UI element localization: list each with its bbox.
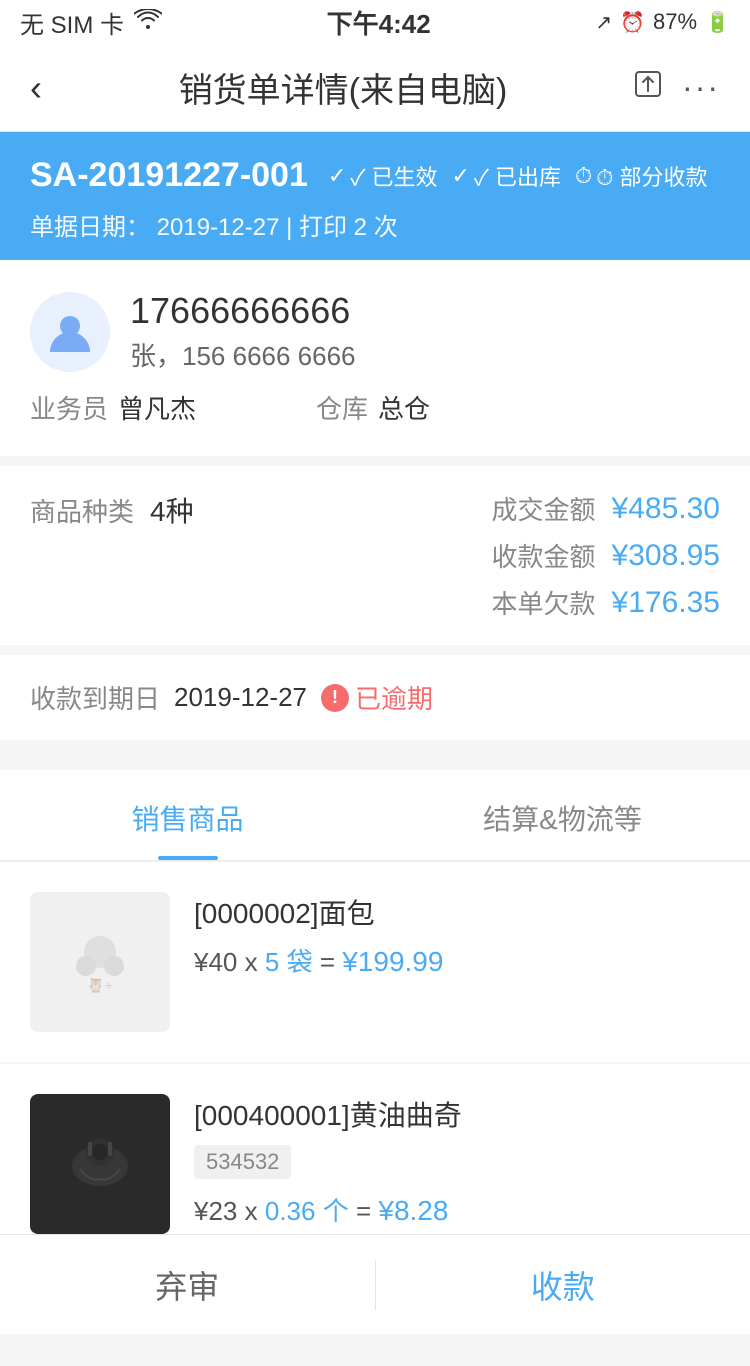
status-badges: ✓ ✓ 已生效 ✓ ✓ 已出库 ⏱ ⏱ 部分收款: [328, 160, 708, 192]
product-thumbnail-2: [30, 1094, 170, 1234]
status-right: ↗ ⏰ 87% 🔋: [595, 9, 730, 35]
warehouse-label: 仓库: [316, 389, 368, 426]
status-badge-partial: ⏱ ⏱ 部分收款: [575, 160, 707, 192]
order-id: SA-20191227-001: [30, 156, 308, 195]
amounts-section: 商品种类 4种 成交金额 ¥485.30 收款金额 ¥308.95 本单欠款 ¥…: [0, 466, 750, 645]
price-equals-1: =: [320, 947, 342, 977]
cancel-review-button[interactable]: 弃审: [0, 1242, 375, 1328]
clock-icon: ⏱: [575, 163, 592, 189]
status-bar: 无 SIM 卡 下午4:42 ↗ ⏰ 87% 🔋: [0, 0, 750, 44]
battery-icon: 🔋: [705, 10, 730, 35]
status-badge-effective: ✓ ✓ 已生效: [328, 160, 438, 192]
salesperson-item: 业务员 曾凡杰: [30, 389, 196, 426]
due-date-value: 2019-12-27: [174, 682, 307, 713]
received-label: 收款金额: [492, 537, 596, 574]
types-label: 商品种类: [30, 492, 134, 529]
owed-amount: 本单欠款 ¥176.35: [492, 584, 720, 621]
nav-actions: ···: [634, 69, 720, 106]
tab-label-settlement: 结算&物流等: [483, 804, 642, 835]
customer-details: 17666666666 张，156 6666 6666: [130, 290, 356, 373]
status-badge-shipped: ✓ ✓ 已出库: [451, 160, 561, 192]
carrier-text: 无 SIM 卡: [20, 5, 124, 40]
transaction-label: 成交金额: [492, 490, 596, 527]
battery-text: 87%: [653, 9, 697, 35]
wifi-icon: [134, 8, 162, 36]
share-button[interactable]: [634, 70, 662, 106]
transaction-amount: 成交金额 ¥485.30: [492, 490, 720, 527]
product-sku-2: 534532: [194, 1145, 291, 1179]
check-icon-2: ✓: [451, 163, 469, 189]
product-name-1: [0000002]面包: [194, 892, 720, 932]
customer-account: 17666666666: [130, 290, 356, 332]
page-title: 销货单详情(来自电脑): [52, 63, 634, 112]
price-unit-label-1: 袋: [287, 947, 313, 977]
back-button[interactable]: ‹: [30, 57, 52, 119]
tab-sales-products[interactable]: 销售商品: [0, 770, 375, 860]
product-thumbnail-1: 🦉+: [30, 892, 170, 1032]
customer-section: 17666666666 张，156 6666 6666 业务员 曾凡杰 仓库 总…: [0, 260, 750, 456]
amounts-right: 成交金额 ¥485.30 收款金额 ¥308.95 本单欠款 ¥176.35: [492, 490, 720, 621]
customer-avatar: [30, 292, 110, 372]
collect-payment-button[interactable]: 收款: [376, 1242, 750, 1328]
bottom-action-bar: 弃审 收款: [0, 1234, 750, 1334]
customer-row: 17666666666 张，156 6666 6666: [30, 290, 720, 373]
section-separator: [0, 750, 750, 770]
status-left: 无 SIM 卡: [20, 5, 162, 40]
nav-bar: ‹ 销货单详情(来自电脑) ···: [0, 44, 750, 132]
received-amount: 收款金额 ¥308.95: [492, 537, 720, 574]
order-header-banner: SA-20191227-001 ✓ ✓ 已生效 ✓ ✓ 已出库 ⏱ ⏱ 部分收款…: [0, 132, 750, 260]
product-info-2: [000400001]黄油曲奇 534532 ¥23 x 0.36 个 = ¥8…: [194, 1094, 720, 1228]
list-item: 🦉+ [0000002]面包 ¥40 x 5 袋 = ¥199.99: [0, 862, 750, 1062]
date-label: 单据日期：: [30, 214, 150, 241]
price-multiply-1: x: [245, 947, 265, 977]
due-date-section: 收款到期日 2019-12-27 ! 已逾期: [0, 655, 750, 740]
more-button[interactable]: ···: [682, 69, 720, 106]
price-unit-2: ¥23: [194, 1196, 237, 1226]
price-qty-1: 5: [265, 947, 279, 977]
price-unit-label-2: 个: [323, 1196, 349, 1226]
check-icon-1: ✓: [328, 163, 346, 189]
price-multiply-2: x: [245, 1196, 265, 1226]
transaction-value: ¥485.30: [612, 492, 720, 526]
product-types: 商品种类 4种: [30, 490, 194, 530]
salesperson-label: 业务员: [30, 389, 108, 426]
banner-row1: SA-20191227-001 ✓ ✓ 已生效 ✓ ✓ 已出库 ⏱ ⏱ 部分收款: [30, 156, 720, 195]
print-info: | 打印 2 次: [286, 214, 398, 241]
price-total-2: ¥8.28: [378, 1195, 448, 1226]
price-total-1: ¥199.99: [342, 946, 443, 977]
product-price-1: ¥40 x 5 袋 = ¥199.99: [194, 942, 720, 979]
due-label: 收款到期日: [30, 679, 160, 716]
location-icon: ↗: [595, 10, 612, 35]
product-price-2: ¥23 x 0.36 个 = ¥8.28: [194, 1191, 720, 1228]
salesperson-value: 曾凡杰: [118, 389, 196, 426]
price-unit-1: ¥40: [194, 947, 237, 977]
owed-label: 本单欠款: [492, 584, 596, 621]
tab-label-sales: 销售商品: [131, 804, 243, 835]
order-date-row: 单据日期： 2019-12-27 | 打印 2 次: [30, 207, 720, 242]
overdue-badge: ! 已逾期: [321, 679, 433, 716]
received-value: ¥308.95: [612, 539, 720, 573]
product-info-1: [0000002]面包 ¥40 x 5 袋 = ¥199.99: [194, 892, 720, 979]
product-name-2: [000400001]黄油曲奇: [194, 1094, 720, 1134]
product-tabs: 销售商品 结算&物流等: [0, 770, 750, 862]
products-list: 🦉+ [0000002]面包 ¥40 x 5 袋 = ¥199.99: [0, 862, 750, 1264]
owed-value: ¥176.35: [612, 586, 720, 620]
overdue-text: 已逾期: [355, 679, 433, 716]
tab-settlement[interactable]: 结算&物流等: [375, 770, 750, 860]
price-equals-2: =: [356, 1196, 378, 1226]
types-value: 4种: [150, 490, 194, 530]
warehouse-item: 仓库 总仓: [316, 389, 430, 426]
customer-contact: 张，156 6666 6666: [130, 336, 356, 373]
overdue-icon: !: [321, 684, 349, 712]
alarm-icon: ⏰: [620, 10, 645, 35]
status-time: 下午4:42: [327, 4, 431, 41]
price-qty-2: 0.36: [265, 1196, 316, 1226]
svg-text:🦉+: 🦉+: [87, 977, 113, 994]
warehouse-value: 总仓: [378, 389, 430, 426]
customer-meta: 业务员 曾凡杰 仓库 总仓: [30, 389, 720, 426]
order-date: 2019-12-27: [157, 214, 280, 241]
